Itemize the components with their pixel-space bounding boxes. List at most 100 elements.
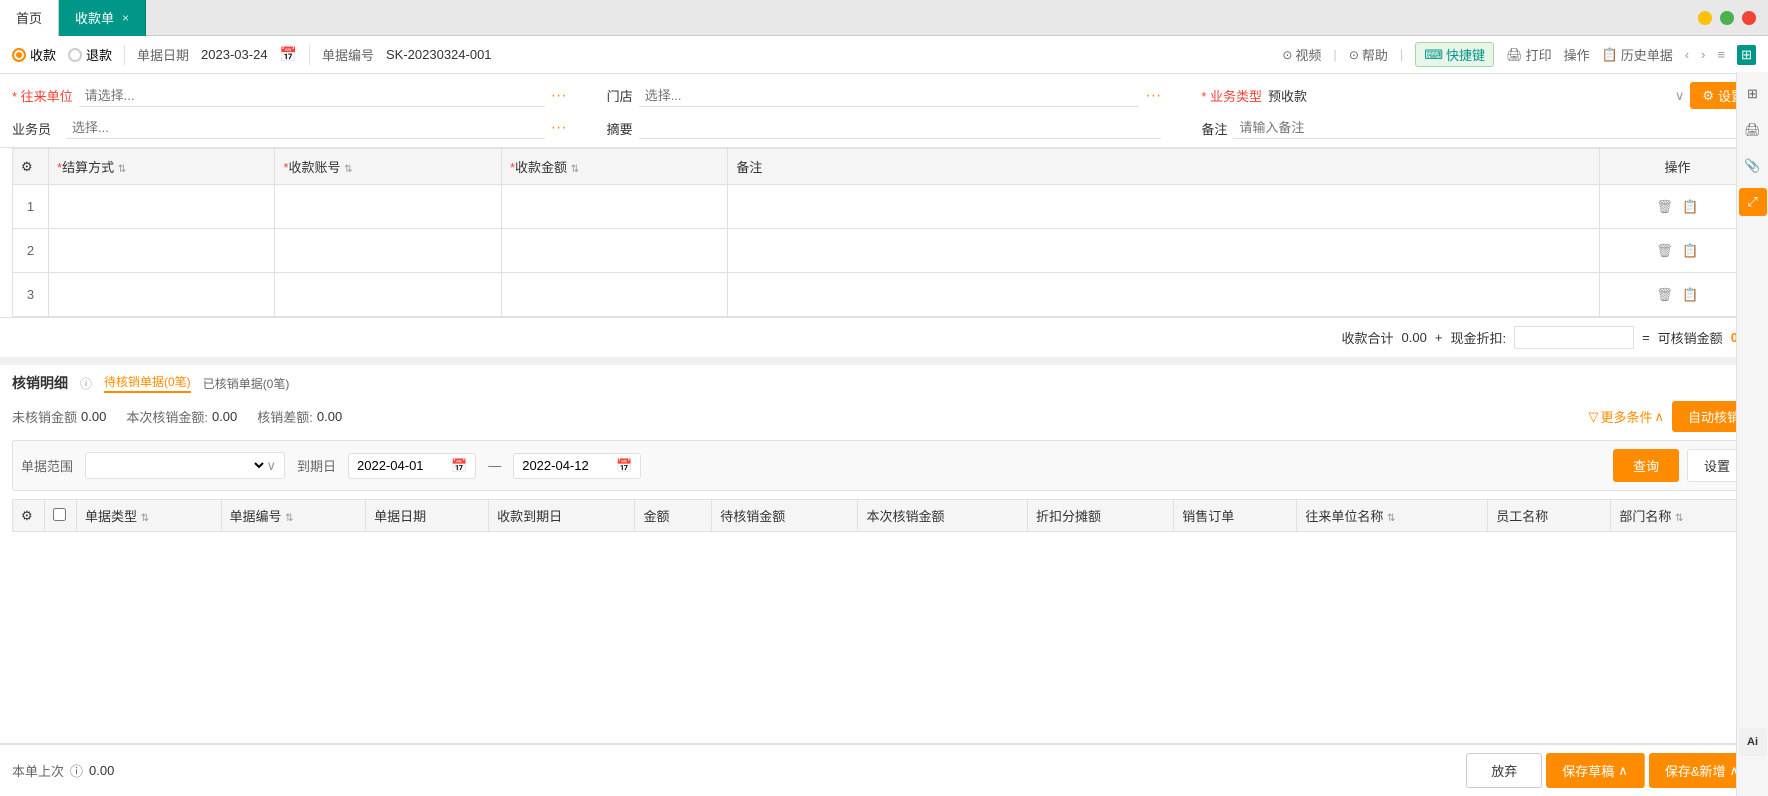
row-delete-btn[interactable]: 🗑	[1656, 199, 1673, 214]
more-conditions-btn[interactable]: ▽ 更多条件 ∧	[1588, 407, 1664, 426]
btable-gear[interactable]: ⚙	[13, 500, 45, 532]
business-type-label: * 业务类型	[1201, 86, 1262, 105]
range-chevron-icon: ∨	[267, 458, 277, 474]
sidebar-attach-icon-btn[interactable]: 📎	[1739, 152, 1767, 180]
col-settle-method[interactable]: *结算方式 ⇅	[49, 149, 275, 185]
number-value: SK-20230324-001	[386, 47, 492, 62]
summary-field: 摘要	[607, 117, 1162, 139]
number-label: 单据编号	[322, 45, 374, 64]
calendar-to-icon[interactable]: 📅	[616, 458, 632, 474]
done-tab[interactable]: 已核销单据(0笔)	[203, 375, 290, 392]
abandon-btn[interactable]: 放弃	[1466, 753, 1542, 788]
save-draft-btn[interactable]: 保存草稿 ∧	[1546, 753, 1645, 788]
tab-close-icon[interactable]: ×	[122, 11, 129, 25]
help-icon: ⊙	[1349, 48, 1359, 62]
tab-receipt[interactable]: 收款单 ×	[59, 0, 146, 36]
btable-checkbox[interactable]	[45, 500, 77, 532]
col-amount[interactable]: *收款金额 ⇅	[501, 149, 727, 185]
info-icon: ⓘ	[80, 375, 92, 392]
remark-input[interactable]	[1233, 117, 1756, 139]
row-delete-btn[interactable]: 🗑	[1656, 243, 1673, 258]
shortcut-btn[interactable]: ⌨ 快捷键	[1415, 42, 1494, 67]
equals-sign: =	[1642, 330, 1650, 345]
col-account[interactable]: *收款账号 ⇅	[275, 149, 501, 185]
next-btn[interactable]: ›	[1701, 47, 1705, 62]
window-max-btn[interactable]	[1720, 11, 1734, 25]
counterpart-input[interactable]	[79, 85, 545, 107]
window-close-btn[interactable]	[1742, 11, 1756, 25]
date-value: 2023-03-24	[201, 47, 268, 62]
history-btn[interactable]: 📋 历史单据	[1602, 45, 1673, 64]
summary-input[interactable]	[639, 117, 1162, 139]
business-type-value: 预收款	[1268, 86, 1307, 105]
from-date-picker[interactable]: 📅	[348, 453, 476, 479]
prev-btn[interactable]: ‹	[1685, 47, 1689, 62]
due-date-label: 到期日	[297, 456, 336, 475]
tab-home[interactable]: 首页	[0, 0, 59, 36]
table-row: 2 🗑 📋	[13, 229, 1756, 273]
col-discount: 折扣分摊额	[1027, 500, 1173, 532]
col-pending: 待核销金额	[712, 500, 858, 532]
info-circle-icon: ⓘ	[70, 761, 83, 780]
date-label: 单据日期	[137, 45, 189, 64]
row-copy-btn[interactable]: 📋	[1682, 199, 1698, 214]
grid-view-btn[interactable]: ⊞	[1737, 45, 1756, 65]
prev-info: 本单上次 ⓘ 0.00	[12, 761, 114, 780]
help-btn[interactable]: ⊙ 帮助	[1349, 45, 1388, 64]
date-range-dash: —	[488, 458, 501, 473]
range-select[interactable]	[94, 457, 266, 474]
row-copy-btn[interactable]: 📋	[1682, 287, 1698, 302]
filter-icon: ▽	[1588, 409, 1598, 425]
row-copy-btn[interactable]: 📋	[1682, 243, 1698, 258]
col-number[interactable]: 单据编号 ⇅	[221, 500, 366, 532]
col-sales-order: 销售订单	[1174, 500, 1297, 532]
col-current: 本次核销金额	[858, 500, 1027, 532]
remark-field: 备注	[1201, 117, 1756, 139]
row-delete-btn[interactable]: 🗑	[1656, 287, 1673, 302]
staff-input[interactable]	[66, 117, 545, 139]
total-value: 0.00	[1402, 330, 1427, 345]
table-row: 1 🗑 📋	[13, 185, 1756, 229]
gear-icon: ⚙	[1702, 88, 1714, 104]
range-select-wrapper[interactable]: ∨	[85, 452, 285, 479]
col-dept[interactable]: 部门名称 ⇅	[1611, 500, 1756, 532]
counterpart-label: * 往来单位	[12, 86, 73, 105]
calendar-icon[interactable]: 📅	[280, 46, 297, 63]
sidebar-print-icon-btn[interactable]: 🖨	[1739, 116, 1767, 144]
store-more-icon[interactable]: ···	[1145, 87, 1161, 105]
uncancelled-stat: 未核销金额 0.00	[12, 407, 106, 426]
col-amount: 金额	[635, 500, 712, 532]
col-action: 操作	[1599, 149, 1755, 185]
store-input[interactable]	[639, 85, 1140, 107]
table-gear-header[interactable]: ⚙	[13, 149, 49, 185]
video-btn[interactable]: ⊙ 视频	[1282, 45, 1321, 64]
col-type[interactable]: 单据类型 ⇅	[77, 500, 222, 532]
writeoff-title: 核销明细	[12, 373, 68, 393]
ai-badge[interactable]: Ai	[1739, 728, 1767, 756]
calendar-from-icon[interactable]: 📅	[451, 458, 467, 474]
discount-input[interactable]	[1514, 326, 1634, 349]
sidebar-expand-icon-btn[interactable]: ⤢	[1739, 188, 1767, 216]
to-date-input[interactable]	[522, 458, 612, 473]
window-min-btn[interactable]	[1698, 11, 1712, 25]
col-counterpart[interactable]: 往来单位名称 ⇅	[1297, 500, 1488, 532]
radio-refund[interactable]: 退款	[68, 45, 112, 64]
store-label: 门店	[607, 86, 633, 105]
radio-receipt[interactable]: 收款	[12, 45, 56, 64]
counterpart-more-icon[interactable]: ···	[551, 87, 567, 105]
staff-more-icon[interactable]: ···	[551, 119, 567, 137]
business-type-chevron[interactable]: ∨	[1675, 88, 1685, 104]
list-view-btn[interactable]: ≡	[1718, 47, 1726, 62]
print-btn[interactable]: 🖨 打印	[1506, 45, 1552, 64]
staff-field: 业务员 ···	[12, 117, 567, 139]
to-date-picker[interactable]: 📅	[513, 453, 641, 479]
sidebar-table-icon-btn[interactable]: ⊞	[1739, 80, 1767, 108]
operation-btn[interactable]: 操作	[1564, 45, 1590, 64]
query-btn[interactable]: 查询	[1613, 449, 1679, 482]
pending-tab[interactable]: 待核销单据(0笔)	[104, 373, 191, 393]
discount-label: 现金折扣:	[1450, 328, 1506, 347]
from-date-input[interactable]	[357, 458, 447, 473]
select-all-checkbox[interactable]	[53, 508, 66, 521]
print-icon: 🖨	[1506, 47, 1523, 63]
col-date: 单据日期	[366, 500, 489, 532]
